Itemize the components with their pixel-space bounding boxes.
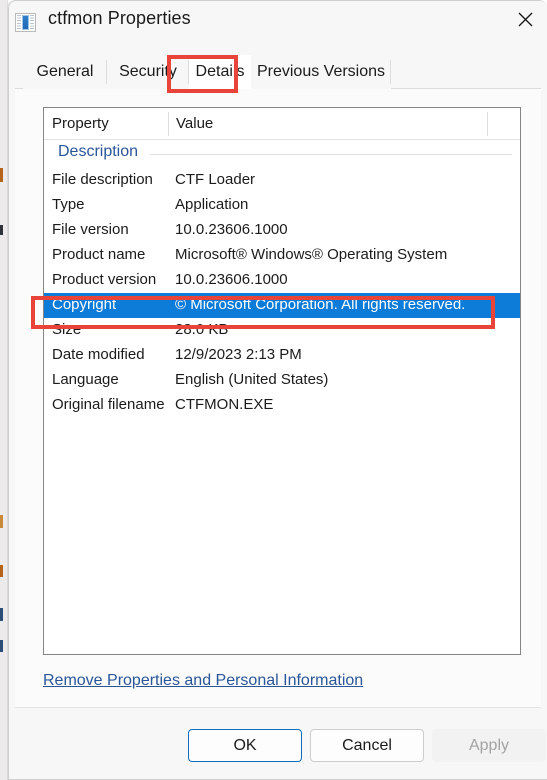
row-property: Language xyxy=(52,371,119,388)
application-window-icon xyxy=(15,13,36,32)
tab-details-label: Details xyxy=(195,63,245,80)
cancel-button-label: Cancel xyxy=(342,736,392,754)
group-header-label: Description xyxy=(58,143,139,160)
tab-previous-versions[interactable]: Previous Versions xyxy=(251,55,391,89)
table-row[interactable]: File version 10.0.23606.1000 xyxy=(44,218,520,243)
details-list[interactable]: Property Value Description File descript… xyxy=(43,107,521,655)
background-accent-mark xyxy=(0,168,3,182)
title-bar: ctfmon Properties xyxy=(8,0,547,45)
remove-properties-link[interactable]: Remove Properties and Personal Informati… xyxy=(43,672,363,690)
tab-separator xyxy=(390,60,391,84)
table-row[interactable]: Size 28.0 KB xyxy=(44,318,520,343)
table-row[interactable]: Product name Microsoft® Windows® Operati… xyxy=(44,243,520,268)
row-value: 10.0.23606.1000 xyxy=(175,221,288,238)
row-property: File description xyxy=(52,171,153,188)
background-accent-mark xyxy=(0,640,3,652)
row-value: © Microsoft Corporation. All rights rese… xyxy=(175,296,466,313)
close-icon[interactable] xyxy=(502,0,547,38)
table-row[interactable]: Type Application xyxy=(44,193,520,218)
row-value: 12/9/2023 2:13 PM xyxy=(175,346,302,363)
background-accent-mark xyxy=(0,565,3,577)
table-row-copyright-selected[interactable]: Copyright © Microsoft Corporation. All r… xyxy=(44,293,520,318)
column-header-value[interactable]: Value xyxy=(176,115,213,132)
row-value: English (United States) xyxy=(175,371,329,388)
ok-button[interactable]: OK xyxy=(188,729,302,762)
ok-button-label: OK xyxy=(233,736,257,754)
table-row[interactable]: Product version 10.0.23606.1000 xyxy=(44,268,520,293)
tab-details[interactable]: Details xyxy=(189,55,251,89)
background-accent-mark xyxy=(0,225,3,235)
row-property: Copyright xyxy=(52,296,117,313)
row-property: Original filename xyxy=(52,396,165,413)
details-list-header: Property Value xyxy=(44,108,520,140)
column-divider[interactable] xyxy=(168,112,169,136)
row-value: CTF Loader xyxy=(175,171,256,188)
row-property: Product version xyxy=(52,271,157,288)
row-value: Microsoft® Windows® Operating System xyxy=(175,246,448,263)
details-tab-panel: Property Value Description File descript… xyxy=(15,89,541,707)
table-row[interactable]: File description CTF Loader xyxy=(44,168,520,193)
group-header-description: Description xyxy=(44,140,520,168)
background-accent-mark xyxy=(0,515,3,528)
tab-general-label: General xyxy=(36,63,94,80)
window-title: ctfmon Properties xyxy=(48,8,191,28)
row-value: Application xyxy=(175,196,249,213)
table-row[interactable]: Date modified 12/9/2023 2:13 PM xyxy=(44,343,520,368)
screen: ctfmon Properties General Security Detai… xyxy=(0,0,547,780)
row-property: File version xyxy=(52,221,129,238)
table-row[interactable]: Language English (United States) xyxy=(44,368,520,393)
dialog-button-bar: OK Cancel Apply xyxy=(15,707,546,780)
apply-button-label: Apply xyxy=(468,736,510,754)
background-accent-mark xyxy=(0,608,3,621)
properties-dialog: ctfmon Properties General Security Detai… xyxy=(7,0,547,780)
row-value: 10.0.23606.1000 xyxy=(175,271,288,288)
row-property: Size xyxy=(52,321,82,338)
row-property: Date modified xyxy=(52,346,145,363)
tab-security[interactable]: Security xyxy=(107,55,189,89)
column-divider[interactable] xyxy=(487,112,488,136)
tab-strip: General Security Details Previous Versio… xyxy=(15,55,541,89)
tab-previous-versions-label: Previous Versions xyxy=(256,63,386,80)
column-header-property[interactable]: Property xyxy=(52,115,109,132)
row-property: Product name xyxy=(52,246,146,263)
group-header-rule xyxy=(150,154,512,155)
apply-button: Apply xyxy=(432,729,546,762)
tab-general[interactable]: General xyxy=(23,55,107,89)
tab-security-label: Security xyxy=(119,63,177,80)
cancel-button[interactable]: Cancel xyxy=(310,729,424,762)
row-property: Type xyxy=(52,196,85,213)
table-row[interactable]: Original filename CTFMON.EXE xyxy=(44,393,520,418)
row-value: CTFMON.EXE xyxy=(175,396,274,413)
row-value: 28.0 KB xyxy=(175,321,229,338)
